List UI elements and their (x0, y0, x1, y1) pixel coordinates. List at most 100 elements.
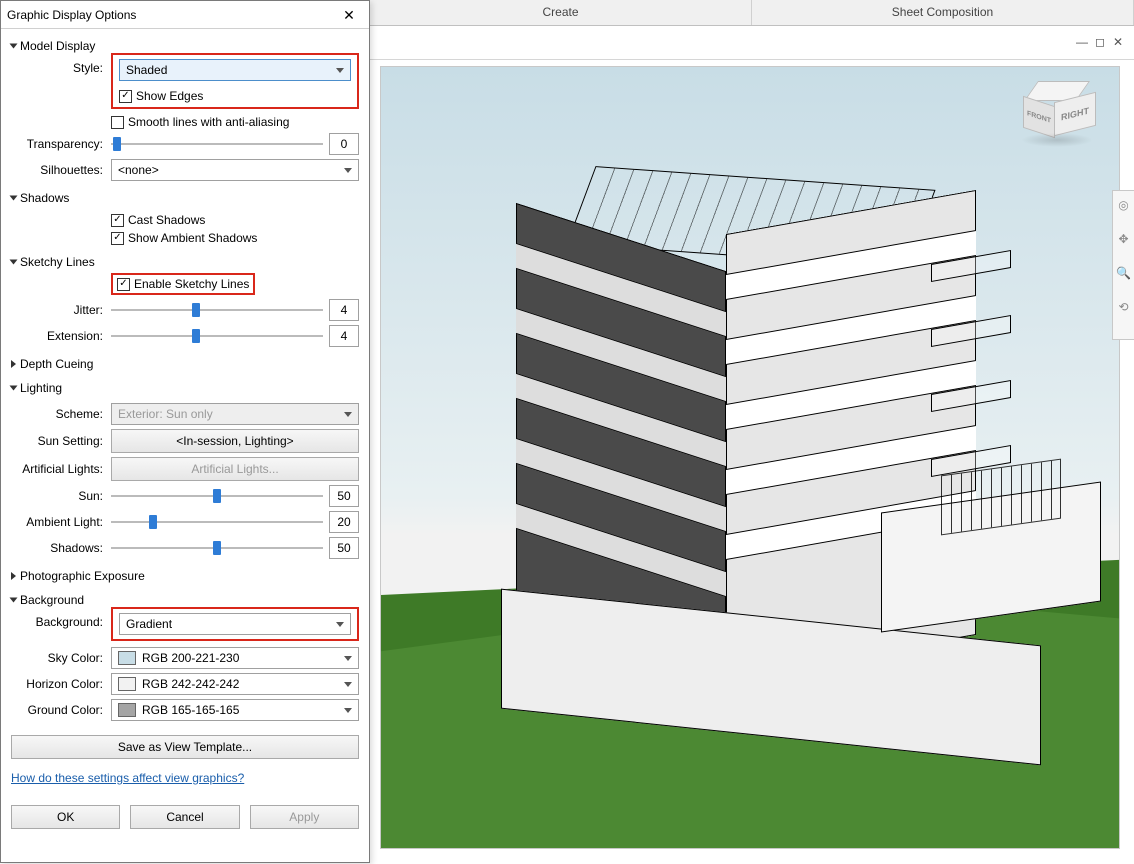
close-panel-icon[interactable]: ✕ (1110, 34, 1126, 50)
sun-setting-label: Sun Setting: (11, 434, 111, 448)
silhouettes-value: <none> (118, 163, 159, 177)
cancel-button[interactable]: Cancel (130, 805, 239, 829)
checkbox-label: Enable Sketchy Lines (134, 277, 249, 291)
shadows-slider-label: Shadows: (11, 541, 111, 555)
checkbox-box: ✓ (119, 90, 132, 103)
shadows-slider[interactable] (111, 539, 323, 557)
restore-panel-icon[interactable]: ◻ (1092, 34, 1108, 50)
extension-label: Extension: (11, 329, 111, 343)
style-value: Shaded (126, 63, 167, 77)
checkbox-label: Smooth lines with anti-aliasing (128, 115, 289, 129)
graphic-display-options-dialog: Graphic Display Options ✕ Model Display … (0, 0, 370, 863)
checkbox-box (111, 116, 124, 129)
section-label: Sketchy Lines (20, 255, 95, 269)
section-label: Lighting (20, 381, 62, 395)
sun-slider[interactable] (111, 487, 323, 505)
model-viewport[interactable]: FRONT RIGHT (380, 66, 1120, 849)
scheme-value: Exterior: Sun only (118, 407, 213, 421)
checkbox-label: Show Edges (136, 89, 203, 103)
navigation-bar: ◎ ✥ 🔍 ⟲ (1112, 190, 1134, 340)
ambient-shadows-checkbox[interactable]: ✓ Show Ambient Shadows (111, 231, 257, 245)
transparency-input[interactable] (329, 133, 359, 155)
section-label: Background (20, 593, 84, 607)
chevron-down-icon (10, 260, 18, 265)
section-photo-exposure[interactable]: Photographic Exposure (11, 563, 359, 587)
checkbox-label: Cast Shadows (128, 213, 205, 227)
color-swatch (118, 651, 136, 665)
shadows-input[interactable] (329, 537, 359, 559)
checkbox-label: Show Ambient Shadows (128, 231, 257, 245)
section-label: Shadows (20, 191, 69, 205)
ambient-light-label: Ambient Light: (11, 515, 111, 529)
sun-setting-button[interactable]: <In-session, Lighting> (111, 429, 359, 453)
section-label: Model Display (20, 39, 95, 53)
color-swatch (118, 703, 136, 717)
section-depth-cueing[interactable]: Depth Cueing (11, 351, 359, 375)
save-as-view-template-button[interactable]: Save as View Template... (11, 735, 359, 759)
ambient-slider[interactable] (111, 513, 323, 531)
color-swatch (118, 677, 136, 691)
horizon-color-picker[interactable]: RGB 242-242-242 (111, 673, 359, 695)
minimize-panel-icon[interactable]: — (1074, 34, 1090, 50)
scheme-label: Scheme: (11, 407, 111, 421)
transparency-label: Transparency: (11, 137, 111, 151)
chevron-right-icon (11, 360, 16, 368)
help-link[interactable]: How do these settings affect view graphi… (11, 771, 244, 785)
jitter-input[interactable] (329, 299, 359, 321)
extension-input[interactable] (329, 325, 359, 347)
section-label: Photographic Exposure (20, 569, 145, 583)
sky-color-label: Sky Color: (11, 651, 111, 665)
checkbox-box: ✓ (111, 214, 124, 227)
section-shadows[interactable]: Shadows (11, 185, 359, 209)
style-dropdown[interactable]: Shaded (119, 59, 351, 81)
chevron-down-icon (10, 44, 18, 49)
tab-sheet-composition[interactable]: Sheet Composition (752, 0, 1134, 25)
ground-color-label: Ground Color: (11, 703, 111, 717)
sun-input[interactable] (329, 485, 359, 507)
zoom-icon[interactable]: 🔍 (1116, 265, 1132, 281)
color-value: RGB 242-242-242 (142, 677, 239, 691)
scheme-dropdown: Exterior: Sun only (111, 403, 359, 425)
smooth-lines-checkbox[interactable]: Smooth lines with anti-aliasing (111, 115, 289, 129)
extension-slider[interactable] (111, 327, 323, 345)
checkbox-box: ✓ (117, 278, 130, 291)
artificial-lights-button: Artificial Lights... (111, 457, 359, 481)
background-dropdown[interactable]: Gradient (119, 613, 351, 635)
dialog-title: Graphic Display Options (7, 8, 335, 22)
silhouettes-dropdown[interactable]: <none> (111, 159, 359, 181)
chevron-down-icon (10, 598, 18, 603)
background-value: Gradient (126, 617, 172, 631)
section-lighting[interactable]: Lighting (11, 375, 359, 399)
color-value: RGB 165-165-165 (142, 703, 239, 717)
style-label: Style: (11, 61, 111, 75)
chevron-down-icon (10, 386, 18, 391)
section-label: Depth Cueing (20, 357, 93, 371)
horizon-color-label: Horizon Color: (11, 677, 111, 691)
show-edges-checkbox[interactable]: ✓ Show Edges (119, 89, 351, 103)
transparency-slider[interactable] (111, 135, 323, 153)
sky-color-picker[interactable]: RGB 200-221-230 (111, 647, 359, 669)
tab-create[interactable]: Create (370, 0, 752, 25)
view-cube[interactable]: FRONT RIGHT (1021, 81, 1099, 147)
chevron-right-icon (11, 572, 16, 580)
viewcube-front[interactable]: FRONT (1023, 96, 1055, 138)
pan-icon[interactable]: ✥ (1116, 231, 1132, 247)
orbit-icon[interactable]: ⟲ (1116, 299, 1132, 315)
ground-color-picker[interactable]: RGB 165-165-165 (111, 699, 359, 721)
viewcube-shadow (1021, 133, 1093, 147)
enable-sketchy-checkbox[interactable]: ✓ Enable Sketchy Lines (117, 277, 249, 291)
sun-label: Sun: (11, 489, 111, 503)
ambient-input[interactable] (329, 511, 359, 533)
ok-button[interactable]: OK (11, 805, 120, 829)
apply-button: Apply (250, 805, 359, 829)
jitter-slider[interactable] (111, 301, 323, 319)
cast-shadows-checkbox[interactable]: ✓ Cast Shadows (111, 213, 205, 227)
jitter-label: Jitter: (11, 303, 111, 317)
steering-wheel-icon[interactable]: ◎ (1116, 197, 1132, 213)
close-icon[interactable]: ✕ (335, 4, 363, 26)
artificial-lights-label: Artificial Lights: (11, 462, 111, 476)
checkbox-box: ✓ (111, 232, 124, 245)
section-sketchy-lines[interactable]: Sketchy Lines (11, 249, 359, 273)
color-value: RGB 200-221-230 (142, 651, 239, 665)
chevron-down-icon (10, 196, 18, 201)
